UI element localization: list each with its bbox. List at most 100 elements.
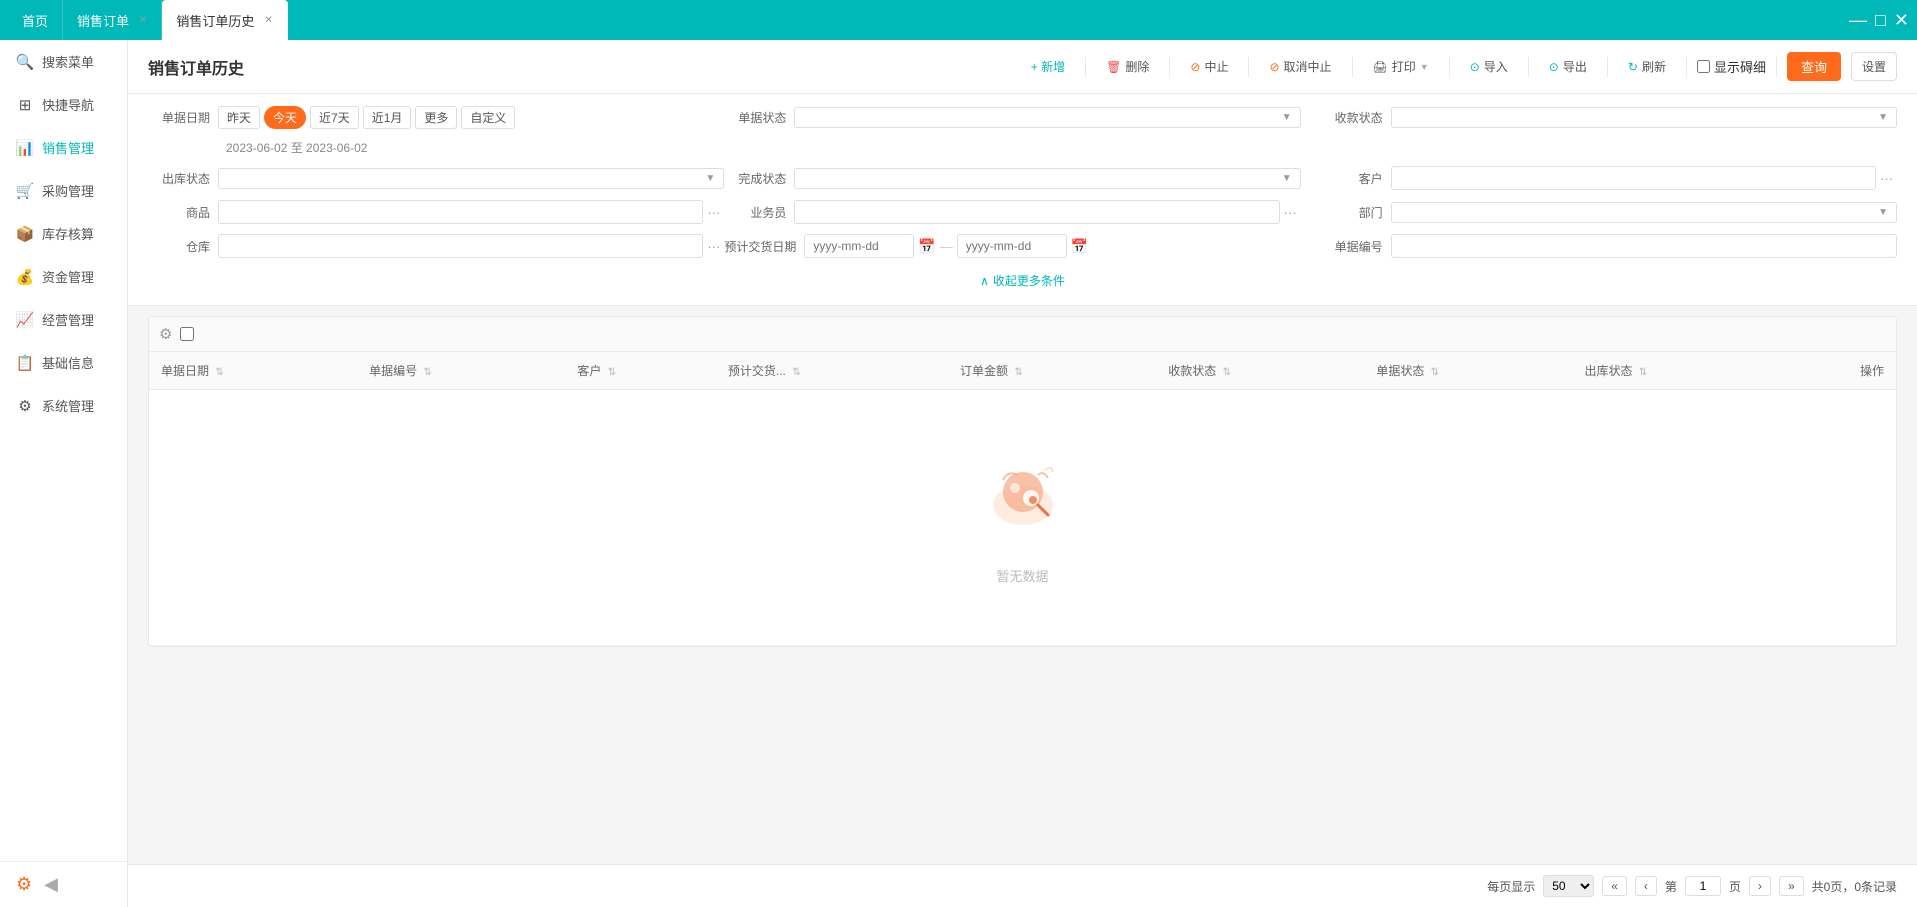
column-settings-icon[interactable]: ⚙ (159, 325, 172, 343)
sort-bill-status: ⇅ (1431, 367, 1439, 378)
goods-input[interactable] (218, 200, 703, 224)
customer-more-dots[interactable]: ··· (1876, 171, 1897, 186)
bill-number-input[interactable] (1391, 234, 1897, 258)
data-table: 单据日期 ⇅ 单据编号 ⇅ 客户 ⇅ (149, 352, 1896, 646)
sidebar-item-inventory[interactable]: 📦 库存核算 (0, 212, 127, 255)
cancel-stop-btn[interactable]: ⊘ 取消中止 (1259, 53, 1341, 80)
refresh-btn[interactable]: ↻ 刷新 (1618, 53, 1676, 80)
th-bill-number[interactable]: 单据编号 ⇅ (357, 352, 565, 390)
warehouse-input[interactable] (218, 234, 703, 258)
total-info: 共0页，0条记录 (1812, 878, 1897, 895)
inventory-icon: 📦 (16, 225, 34, 243)
tab-sales-order[interactable]: 销售订单 ✕ (63, 0, 162, 40)
purchase-icon: 🛒 (16, 182, 34, 200)
dept-arrow: ▼ (1878, 207, 1888, 218)
th-receipt-status[interactable]: 收款状态 ⇅ (1156, 352, 1364, 390)
tab-sales-order-history-label: 销售订单历史 (176, 11, 254, 30)
tab-home-label: 首页 (22, 11, 48, 30)
export-btn[interactable]: ⊙ 导出 (1539, 53, 1597, 80)
print-btn[interactable]: 🖨 打印 ▼ (1363, 53, 1439, 80)
next-page-btn[interactable]: › (1749, 876, 1771, 896)
page-size-dropdown[interactable]: 50 100 200 (1543, 875, 1594, 897)
completion-status-label: 完成状态 (724, 170, 794, 187)
tab-sales-order-history-close[interactable]: ✕ (264, 15, 272, 26)
warehouse-more-dots[interactable]: ··· (703, 239, 724, 254)
quick-nav-icon: ⊞ (16, 96, 34, 114)
receipt-status-select[interactable]: ▼ (1391, 107, 1897, 128)
th-delivery-status[interactable]: 出库状态 ⇅ (1573, 352, 1781, 390)
stop-btn[interactable]: ⊘ 中止 (1180, 53, 1238, 80)
search-icon: 🔍 (16, 53, 34, 71)
salesperson-input[interactable] (794, 200, 1279, 224)
completion-status-select[interactable]: ▼ (794, 168, 1300, 189)
minimize-btn[interactable]: — (1849, 10, 1867, 31)
sidebar-item-quick-nav[interactable]: ⊞ 快捷导航 (0, 83, 127, 126)
sidebar-footer-collapse-icon[interactable]: ◀ (44, 874, 58, 895)
import-btn[interactable]: ⊙ 导入 (1460, 53, 1518, 80)
first-page-btn[interactable]: « (1602, 876, 1627, 896)
tab-sales-order-history[interactable]: 销售订单历史 ✕ (162, 0, 287, 40)
sidebar-item-base-info[interactable]: 📋 基础信息 (0, 341, 127, 384)
delivery-date-start[interactable] (804, 234, 914, 258)
date-btn-today[interactable]: 今天 (264, 106, 306, 129)
sidebar-item-operations[interactable]: 📈 经营管理 (0, 298, 127, 341)
sidebar-footer-settings-icon[interactable]: ⚙ (16, 874, 32, 895)
prev-page-btn[interactable]: ‹ (1635, 876, 1657, 896)
date-btn-yesterday[interactable]: 昨天 (218, 106, 260, 129)
delete-icon: 🗑 (1106, 60, 1121, 74)
delivery-status-select[interactable]: ▼ (218, 168, 724, 189)
date-btn-custom[interactable]: 自定义 (461, 106, 515, 129)
finance-icon: 💰 (16, 268, 34, 286)
date-btn-7days[interactable]: 近7天 (310, 106, 359, 129)
last-page-btn[interactable]: » (1779, 876, 1804, 896)
cal-end-icon[interactable]: 📅 (1071, 238, 1088, 255)
table-toolbar: ⚙ (149, 317, 1896, 352)
current-page-input[interactable] (1685, 876, 1721, 896)
tab-sales-order-close[interactable]: ✕ (139, 15, 147, 26)
sidebar-base-info-label: 基础信息 (42, 353, 94, 372)
th-delivery-date[interactable]: 预计交货... ⇅ (716, 352, 948, 390)
collapse-btn[interactable]: ∧ 收起更多条件 (148, 268, 1897, 293)
sort-delivery-status: ⇅ (1639, 367, 1647, 378)
sidebar-item-search[interactable]: 🔍 搜索菜单 (0, 40, 127, 83)
stop-icon: ⊘ (1190, 60, 1200, 74)
delete-btn[interactable]: 🗑 删除 (1096, 53, 1159, 80)
bill-status-select[interactable]: ▼ (794, 107, 1300, 128)
close-window-btn[interactable]: ✕ (1894, 10, 1909, 31)
select-all-checkbox[interactable] (180, 327, 194, 341)
display-cols-toggle[interactable]: 显示碍细 (1697, 57, 1766, 76)
sys-mgmt-icon: ⚙ (16, 397, 34, 415)
delivery-date-end[interactable] (957, 234, 1067, 258)
filter-row-3: 商品 ··· 业务员 ··· 部门 ▼ (148, 200, 1897, 224)
salesperson-more-dots[interactable]: ··· (1280, 205, 1301, 220)
delivery-date-filter: 预计交货日期 📅 — 📅 (724, 234, 1300, 258)
date-btn-1month[interactable]: 近1月 (363, 106, 412, 129)
customer-input[interactable] (1391, 166, 1876, 190)
pagination: 每页显示 50 100 200 « ‹ 第 页 › » 共0页，0条记录 (128, 864, 1917, 907)
add-btn[interactable]: + 新增 (1021, 53, 1075, 80)
th-order-amount[interactable]: 订单金额 ⇅ (948, 352, 1156, 390)
sidebar-item-sys-mgmt[interactable]: ⚙ 系统管理 (0, 384, 127, 427)
cal-start-icon[interactable]: 📅 (918, 238, 935, 255)
date-btn-more[interactable]: 更多 (415, 106, 457, 129)
dept-select[interactable]: ▼ (1391, 202, 1897, 223)
th-customer[interactable]: 客户 ⇅ (565, 352, 716, 390)
sidebar: 🔍 搜索菜单 ⊞ 快捷导航 📊 销售管理 🛒 采购管理 📦 库存核算 💰 资金管… (0, 40, 128, 907)
sidebar-purchase-label: 采购管理 (42, 181, 94, 200)
sort-order-amount: ⇅ (1014, 367, 1022, 378)
goods-filter: 商品 ··· (148, 200, 724, 224)
sidebar-item-finance[interactable]: 💰 资金管理 (0, 255, 127, 298)
display-cols-checkbox[interactable] (1697, 60, 1710, 73)
settings-btn[interactable]: 设置 (1851, 52, 1897, 81)
sidebar-item-purchase-mgmt[interactable]: 🛒 采购管理 (0, 169, 127, 212)
th-bill-date[interactable]: 单据日期 ⇅ (149, 352, 357, 390)
sidebar-search-label: 搜索菜单 (42, 52, 94, 71)
filter-area: 单据日期 昨天 今天 近7天 近1月 更多 自定义 单据状态 (128, 94, 1917, 306)
query-btn[interactable]: 查询 (1787, 52, 1841, 81)
maximize-btn[interactable]: □ (1875, 10, 1886, 31)
th-bill-status[interactable]: 单据状态 ⇅ (1364, 352, 1572, 390)
goods-more-dots[interactable]: ··· (703, 205, 724, 220)
delivery-status-filter: 出库状态 ▼ (148, 168, 724, 189)
tab-home[interactable]: 首页 (8, 0, 63, 40)
sidebar-item-sales-mgmt[interactable]: 📊 销售管理 (0, 126, 127, 169)
